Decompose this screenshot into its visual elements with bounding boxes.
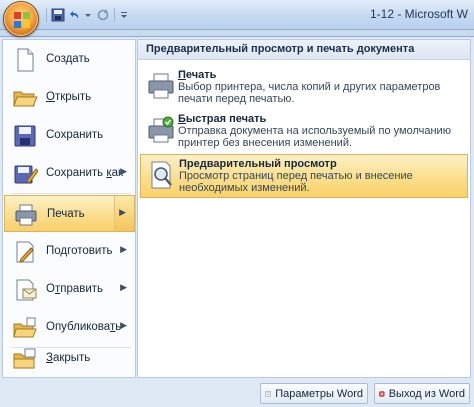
submenu-item-title: Предварительный просмотр <box>179 158 337 170</box>
bottom-bar: Параметры Word Выход из Word <box>0 380 474 407</box>
save-icon <box>14 125 36 147</box>
submenu-item-print[interactable]: Печать Выбор принтера, числа копий и дру… <box>140 66 468 110</box>
quick-print-icon <box>148 116 174 143</box>
access-key: З <box>46 352 53 364</box>
quick-access-toolbar <box>44 6 130 24</box>
submenu-item-quick-print[interactable]: Быстрая печать Отправка документа на исп… <box>140 110 468 154</box>
menu-item-label: Печать <box>47 208 85 220</box>
chevron-right-icon: ▶ <box>120 166 127 176</box>
office-logo-icon <box>14 12 30 28</box>
new-document-icon <box>17 48 34 72</box>
menu-item-print[interactable]: Печать ▶ <box>4 195 135 232</box>
office-button[interactable] <box>3 1 39 37</box>
submenu-panel: Предварительный просмотр и печать докуме… <box>137 39 471 378</box>
chevron-right-icon: ▶ <box>120 244 127 254</box>
access-key: Б <box>178 113 186 125</box>
access-key: к <box>106 167 112 179</box>
word-options-button[interactable]: Параметры Word <box>260 383 368 404</box>
chevron-right-icon: ▶ <box>120 320 127 330</box>
access-key: д <box>199 158 207 170</box>
menu-item-label: Сохранить как <box>46 167 124 179</box>
save-icon[interactable] <box>51 6 65 24</box>
submenu-item-title: Быстрая печать <box>178 113 267 125</box>
menu-item-new[interactable]: Создать <box>4 41 135 78</box>
undo-dropdown-icon[interactable] <box>83 6 94 24</box>
menu-divider <box>11 193 131 194</box>
menu-item-label: Подготовить <box>46 245 113 257</box>
title-bar: 1-12 - Microsoft W <box>0 0 474 37</box>
window-title: 1-12 - Microsoft W <box>369 7 468 21</box>
menu-item-prepare[interactable]: Подготовить ▶ <box>4 233 135 270</box>
access-key: т <box>54 283 61 295</box>
menu-item-send[interactable]: Отправить ▶ <box>4 271 135 308</box>
customize-icon[interactable] <box>119 6 130 24</box>
printer-icon <box>15 204 37 226</box>
close-icon <box>379 390 385 397</box>
prepare-icon <box>16 241 34 263</box>
word-options-label: Параметры Word <box>275 387 363 400</box>
chevron-right-icon: ▶ <box>120 282 127 292</box>
exit-word-button[interactable]: Выход из Word <box>374 383 470 404</box>
send-icon <box>16 279 37 301</box>
menu-item-save-as[interactable]: Сохранить как ▶ <box>4 155 135 192</box>
open-folder-icon <box>13 91 38 107</box>
submenu-item-description: Отправка документа на используемый по ум… <box>178 125 451 149</box>
menu-item-label: Опубликовать <box>46 321 122 333</box>
qat-separator <box>114 8 115 22</box>
publish-icon <box>13 317 37 338</box>
exit-word-label: Выход из Word <box>388 387 465 400</box>
submenu-item-description: Выбор принтера, числа копий и других пар… <box>178 81 441 105</box>
print-preview-icon <box>151 161 172 189</box>
undo-icon[interactable] <box>67 6 81 24</box>
qat-separator <box>46 8 47 22</box>
options-icon <box>265 391 271 396</box>
submenu-item-print-preview[interactable]: Предварительный просмотр Просмотр страни… <box>140 154 468 198</box>
menu-item-label: Закрыть <box>46 352 91 364</box>
access-key: П <box>178 69 186 81</box>
submenu-header: Предварительный просмотр и печать докуме… <box>138 40 470 60</box>
save-as-icon <box>14 165 38 184</box>
access-key: т <box>109 321 116 333</box>
chevron-right-icon: ▶ <box>119 207 126 217</box>
close-folder-icon <box>13 348 36 369</box>
menu-item-label: Открыть <box>46 91 92 103</box>
submenu-item-title: Печать <box>178 69 217 81</box>
submenu-item-description: Просмотр страниц перед печатью и внесени… <box>179 170 413 194</box>
menu-item-open[interactable]: Открыть <box>4 79 135 116</box>
menu-item-save[interactable]: Сохранить <box>4 117 135 154</box>
menu-item-label: Сохранить <box>46 129 104 141</box>
menu-item-close[interactable]: Закрыть <box>4 340 135 377</box>
menu-item-label: Создать <box>46 53 90 65</box>
access-key: д <box>60 245 68 257</box>
printer-icon <box>148 73 174 99</box>
redo-icon[interactable] <box>96 6 110 24</box>
access-key: О <box>46 91 55 103</box>
menu-item-label: Отправить <box>46 283 104 295</box>
left-command-list: Создать Открыть Сохранить Сохранить как … <box>2 39 136 378</box>
office-menu: Создать Открыть Сохранить Сохранить как … <box>0 36 474 407</box>
